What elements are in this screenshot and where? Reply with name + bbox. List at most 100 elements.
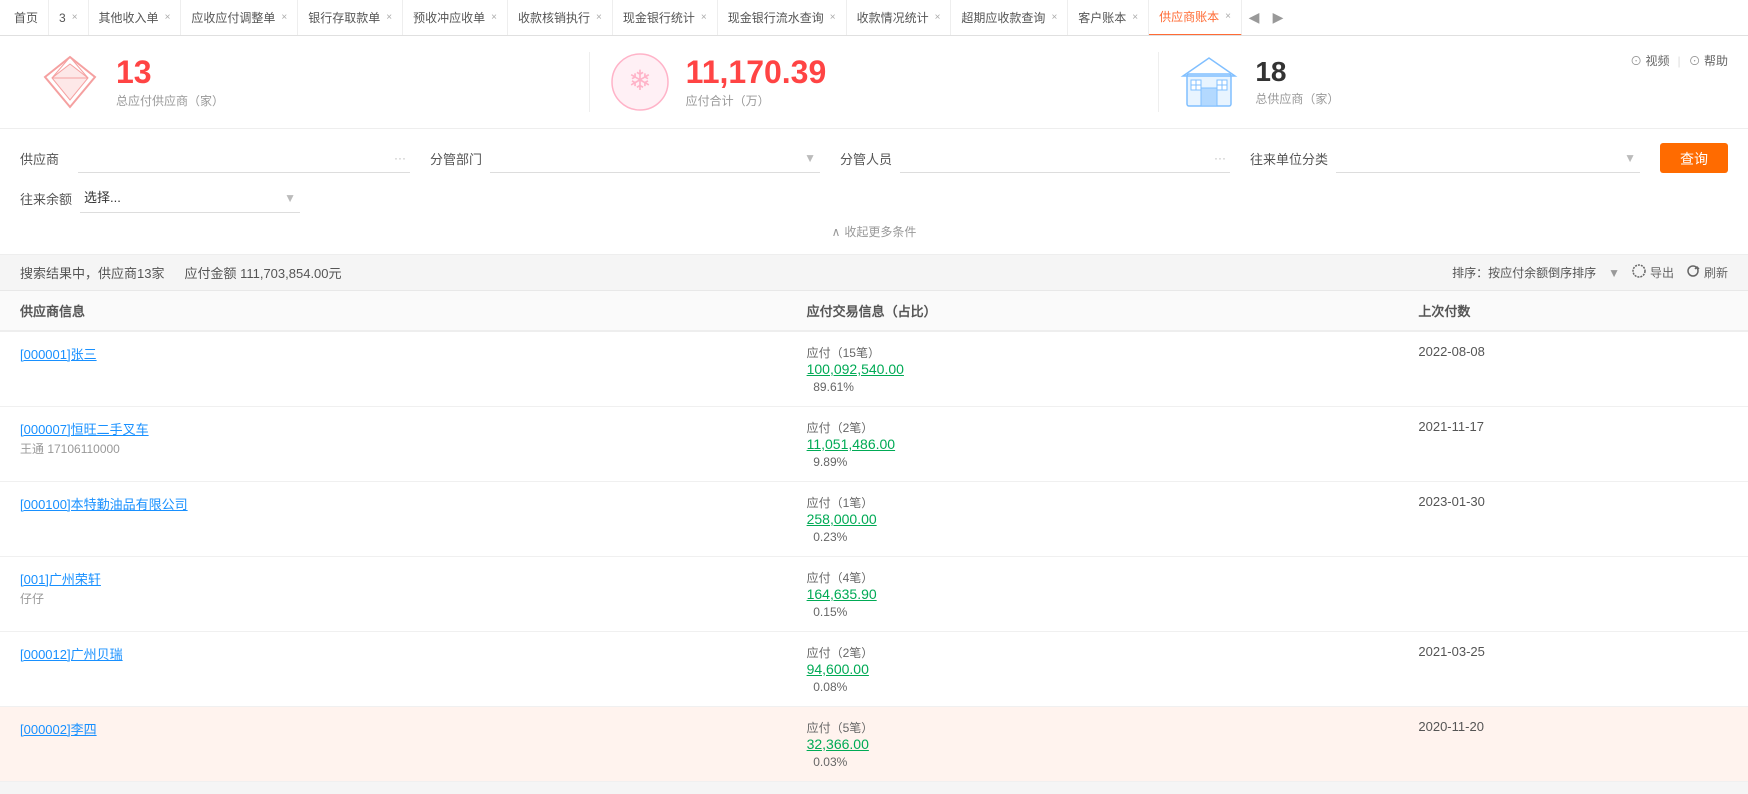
supplier-info-cell: [000007]恒旺二手叉车王通 17106110000 xyxy=(0,407,787,482)
chevron-down-icon: ▼ xyxy=(284,191,296,205)
filter-category: 往来单位分类 ▼ xyxy=(1250,143,1640,173)
amount-link[interactable]: 11,051,486.00 xyxy=(807,436,1379,452)
supplier-dots-icon[interactable]: ··· xyxy=(394,151,406,165)
supplier-name-link[interactable]: [000007]恒旺二手叉车 xyxy=(20,419,767,438)
collapse-button[interactable]: ∧ 收起更多条件 xyxy=(20,223,1728,240)
close-icon[interactable]: × xyxy=(1225,11,1231,22)
last-payment-date: 2020-11-20 xyxy=(1418,719,1484,734)
nav-tab-receipt[interactable]: 收款核销执行 × xyxy=(508,0,613,36)
close-icon[interactable]: × xyxy=(386,12,392,23)
close-icon[interactable]: × xyxy=(935,12,941,23)
export-button[interactable]: 导出 xyxy=(1632,264,1674,281)
nav-arrow-right[interactable]: ▶ xyxy=(1266,0,1290,36)
chevron-down-icon: ▼ xyxy=(1608,266,1620,280)
filter-balance: 往来余额 选择... ▼ xyxy=(20,183,300,213)
balance-filter-label: 往来余额 xyxy=(20,189,72,208)
nav-tab-cash-flow[interactable]: 现金银行流水查询 × xyxy=(718,0,847,36)
last-payment-cell: 2021-03-25 xyxy=(1398,632,1748,707)
nav-tab-customer-ledger-label: 客户账本 xyxy=(1078,9,1126,26)
nav-tab-other-income[interactable]: 其他收入单 × xyxy=(89,0,182,36)
dept-select[interactable] xyxy=(494,150,804,165)
supplier-name-link[interactable]: [000001]张三 xyxy=(20,344,767,363)
supplier-name-link[interactable]: [000012]广州贝瑞 xyxy=(20,644,767,663)
supplier-input[interactable] xyxy=(82,150,394,165)
close-icon[interactable]: × xyxy=(165,12,171,23)
balance-select[interactable]: 选择... xyxy=(84,190,284,205)
filter-area: 供应商 ··· 分管部门 ▼ 分管人员 ··· 往来单位分类 xyxy=(0,129,1748,255)
supplier-name-link[interactable]: [000002]李四 xyxy=(20,719,767,738)
divider: | xyxy=(1678,54,1681,68)
table-row: [000007]恒旺二手叉车王通 17106110000 应付（2笔） 11,0… xyxy=(0,407,1748,482)
close-icon[interactable]: × xyxy=(701,12,707,23)
col-last-payment: 上次付数 xyxy=(1398,291,1748,331)
category-select-wrap: ▼ xyxy=(1336,143,1640,173)
amount-link[interactable]: 94,600.00 xyxy=(807,661,1379,677)
supplier-table: 供应商信息 应付交易信息（占比） 上次付数 [000001]张三 应付（15笔）… xyxy=(0,291,1748,782)
supplier-name-link[interactable]: [000100]本特勤油品有限公司 xyxy=(20,494,767,513)
close-icon[interactable]: × xyxy=(1051,12,1057,23)
export-icon xyxy=(1632,264,1646,281)
amount-link[interactable]: 258,000.00 xyxy=(807,511,1379,527)
percentage: 9.89% xyxy=(807,455,848,469)
transaction-info-cell: 应付（15笔） 100,092,540.00 89.61% xyxy=(787,331,1399,407)
supplier-info-cell: [000002]李四 xyxy=(0,707,787,782)
percentage: 0.15% xyxy=(807,605,848,619)
stat-label-total-suppliers: 总供应商（家） xyxy=(1255,90,1339,107)
nav-tab-supplier-ledger-label: 供应商账本 xyxy=(1159,8,1219,25)
data-table-container: 供应商信息 应付交易信息（占比） 上次付数 [000001]张三 应付（15笔）… xyxy=(0,291,1748,782)
nav-tab-overdue[interactable]: 超期应收款查询 × xyxy=(951,0,1068,36)
refresh-icon xyxy=(1686,264,1700,281)
amount-link[interactable]: 100,092,540.00 xyxy=(807,361,1379,377)
table-row: [000001]张三 应付（15笔） 100,092,540.00 89.61%… xyxy=(0,331,1748,407)
help-link[interactable]: ⊙ 帮助 xyxy=(1689,52,1728,69)
result-label: 搜索结果中，供应商13家 xyxy=(20,263,164,282)
person-input-wrap: ··· xyxy=(900,143,1230,173)
nav-tab-ar-ap-adjust[interactable]: 应收应付调整单 × xyxy=(181,0,298,36)
amount-link[interactable]: 164,635.90 xyxy=(807,586,1379,602)
video-link[interactable]: ⊙ 视频 xyxy=(1630,52,1669,69)
close-icon[interactable]: × xyxy=(72,12,78,23)
amount-link[interactable]: 32,366.00 xyxy=(807,736,1379,752)
transaction-info-cell: 应付（1笔） 258,000.00 0.23% xyxy=(787,482,1399,557)
top-navigation: 首页 3 × 其他收入单 × 应收应付调整单 × 银行存取款单 × 预收冲应收单… xyxy=(0,0,1748,36)
nav-tab-customer-ledger[interactable]: 客户账本 × xyxy=(1068,0,1149,36)
stat-block-ap-total: ❄ 11,170.39 应付合计（万） xyxy=(590,52,1160,112)
query-button[interactable]: 查询 xyxy=(1660,143,1728,173)
close-icon[interactable]: × xyxy=(491,12,497,23)
nav-arrow-left[interactable]: ◀ xyxy=(1242,0,1266,36)
nav-tab-ar-ap-adjust-label: 应收应付调整单 xyxy=(191,9,275,26)
last-payment-cell: 2020-11-20 xyxy=(1398,707,1748,782)
close-icon[interactable]: × xyxy=(281,12,287,23)
person-dots-icon[interactable]: ··· xyxy=(1214,151,1226,165)
nav-tab-advance[interactable]: 预收冲应收单 × xyxy=(403,0,508,36)
filter-supplier: 供应商 ··· xyxy=(20,143,410,173)
nav-tab-bank[interactable]: 银行存取款单 × xyxy=(298,0,403,36)
close-icon[interactable]: × xyxy=(1132,12,1138,23)
sort-label[interactable]: 排序：按应付余额倒序排序 xyxy=(1452,264,1596,281)
close-icon[interactable]: × xyxy=(596,12,602,23)
table-body: [000001]张三 应付（15笔） 100,092,540.00 89.61%… xyxy=(0,331,1748,782)
supplier-name-link[interactable]: [001]广州荣轩 xyxy=(20,569,767,588)
supplier-contact: 王通 17106110000 xyxy=(20,442,120,456)
nav-tab-collection-stat[interactable]: 收款情况统计 × xyxy=(847,0,952,36)
stat-content-payable-suppliers: 13 总应付供应商（家） xyxy=(116,56,224,109)
refresh-button[interactable]: 刷新 xyxy=(1686,264,1728,281)
last-payment-date: 2021-11-17 xyxy=(1418,419,1484,434)
close-icon[interactable]: × xyxy=(830,12,836,23)
category-select[interactable] xyxy=(1340,150,1624,165)
percentage: 0.23% xyxy=(807,530,848,544)
transaction-info-cell: 应付（2笔） 94,600.00 0.08% xyxy=(787,632,1399,707)
nav-tab-collection-stat-label: 收款情况统计 xyxy=(857,9,929,26)
nav-tab-cash-stat[interactable]: 现金银行统计 × xyxy=(613,0,718,36)
nav-tab-cash-flow-label: 现金银行流水查询 xyxy=(728,9,824,26)
chevron-up-icon: ∧ xyxy=(832,225,841,239)
last-payment-cell xyxy=(1398,557,1748,632)
table-row: [000012]广州贝瑞 应付（2笔） 94,600.00 0.08% 2021… xyxy=(0,632,1748,707)
nav-tab-home[interactable]: 首页 xyxy=(4,0,49,36)
nav-tab-3[interactable]: 3 × xyxy=(49,0,89,36)
balance-select-wrap: 选择... ▼ xyxy=(80,183,300,213)
trans-label: 应付（5笔） xyxy=(807,721,874,735)
nav-tab-supplier-ledger[interactable]: 供应商账本 × xyxy=(1149,0,1242,36)
person-input[interactable] xyxy=(904,150,1214,165)
filter-row-1: 供应商 ··· 分管部门 ▼ 分管人员 ··· 往来单位分类 xyxy=(20,143,1728,173)
